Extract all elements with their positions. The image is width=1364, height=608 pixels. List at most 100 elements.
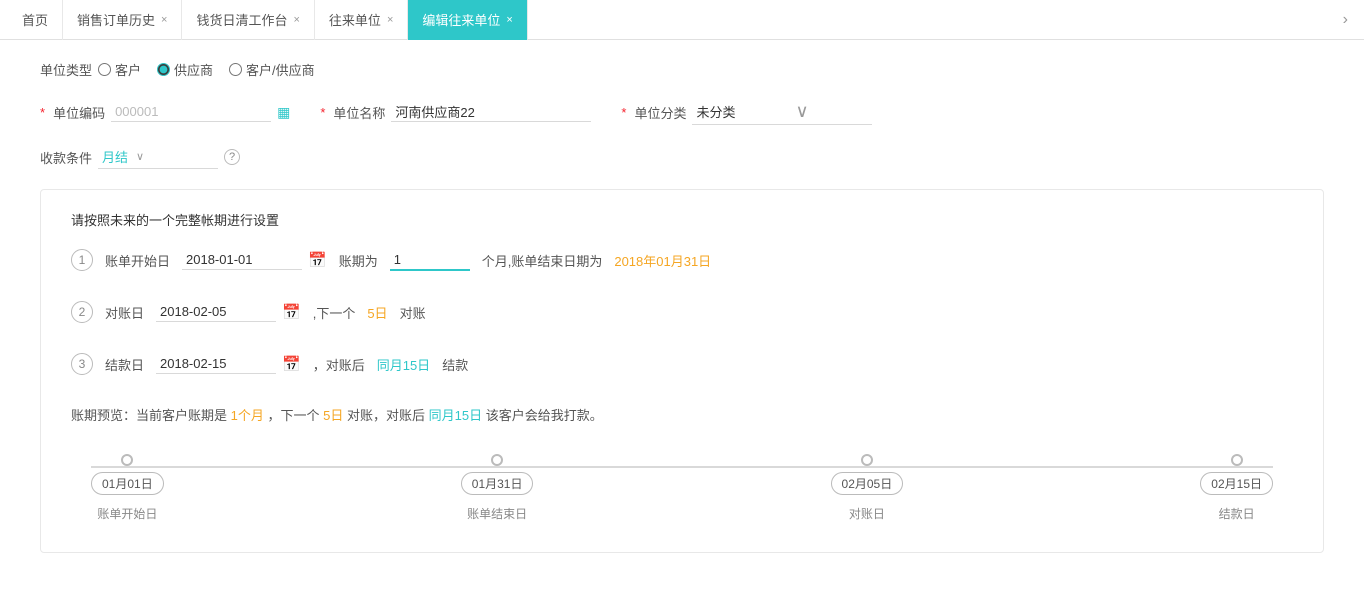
- step-2-date-input[interactable]: [156, 302, 276, 322]
- timeline: 01月01日 账单开始日 01月31日 账单结束日 02月05日 对账日 02月…: [71, 454, 1293, 522]
- payment-terms-value: 月结: [102, 147, 128, 166]
- unit-category-value: 未分类: [696, 102, 735, 121]
- payment-terms-select[interactable]: 月结 ∨: [98, 145, 218, 169]
- radio-supplier-input[interactable]: [157, 63, 170, 76]
- step-2-desc-highlight: 5日: [367, 303, 387, 322]
- tl-tag-2: 02月05日: [831, 472, 904, 495]
- tabs-bar: 首页 销售订单历史 × 钱货日清工作台 × 往来单位 × 编辑往来单位 × ›: [0, 0, 1364, 40]
- preview-sep2: 对账，对账后: [347, 408, 425, 423]
- unit-code-label: 单位编码: [53, 103, 105, 122]
- unit-code-field: * 单位编码 ▦: [40, 102, 290, 122]
- card-title: 请按照未来的一个完整帐期进行设置: [71, 210, 1293, 229]
- radio-supplier[interactable]: 供应商: [157, 60, 213, 79]
- radio-supplier-label: 供应商: [174, 60, 213, 79]
- step-3-desc-suffix: 结款: [442, 355, 468, 374]
- close-tab-sales-history[interactable]: ×: [161, 14, 167, 26]
- radio-customer-supplier-label: 客户/供应商: [246, 60, 315, 79]
- tl-node-0: 01月01日 账单开始日: [91, 454, 164, 522]
- step-3-row: 3 结款日 📅 ，对账后 同月15日 结款: [71, 353, 1293, 375]
- unit-code-calendar-icon[interactable]: ▦: [277, 104, 290, 121]
- tl-dot-1: [491, 454, 503, 466]
- step-3-date-input[interactable]: [156, 354, 276, 374]
- unit-type-row: 单位类型 客户 供应商 客户/供应商: [40, 60, 1324, 79]
- preview-suffix: 该客户会给我打款。: [486, 408, 603, 423]
- unit-category-dropdown[interactable]: 未分类 ∨: [692, 99, 872, 125]
- step-1-row: 1 账单开始日 📅 账期为 个月,账单结束日期为 2018年01月31日: [71, 249, 1293, 271]
- step-2-date-wrap: 📅: [156, 302, 301, 322]
- close-tab-cash-desk[interactable]: ×: [293, 14, 299, 26]
- unit-name-input[interactable]: [391, 102, 591, 122]
- preview-sep1: ，下一个: [268, 408, 320, 423]
- step-2-desc-prefix: ,下一个: [313, 303, 356, 322]
- tl-tag-0: 01月01日: [91, 472, 164, 495]
- unit-category-field: * 单位分类 未分类 ∨: [621, 99, 872, 125]
- step-1-period-input[interactable]: [390, 250, 470, 271]
- step-3-number: 3: [71, 353, 93, 375]
- preview-part2: 5日: [323, 408, 343, 423]
- step-2-calendar-icon[interactable]: 📅: [282, 303, 301, 321]
- step-3-calendar-icon[interactable]: 📅: [282, 355, 301, 373]
- unit-name-field: * 单位名称: [320, 102, 591, 122]
- step-1-label: 账单开始日: [105, 251, 170, 270]
- settings-card: 请按照未来的一个完整帐期进行设置 1 账单开始日 📅 账期为 个月,账单结束日期…: [40, 189, 1324, 553]
- step-2-label: 对账日: [105, 303, 144, 322]
- tl-sublabel-2: 对账日: [849, 505, 885, 522]
- preview-part1: 1个月: [231, 408, 264, 423]
- tl-dot-0: [121, 454, 133, 466]
- unit-type-field: 单位类型 客户 供应商 客户/供应商: [40, 60, 315, 79]
- payment-terms-label: 收款条件: [40, 148, 92, 167]
- preview-part3: 同月15日: [429, 408, 482, 423]
- radio-customer-label: 客户: [115, 60, 141, 79]
- step-2-desc-suffix: 对账: [400, 303, 426, 322]
- payment-terms-help-icon[interactable]: ?: [224, 149, 240, 165]
- tl-dot-3: [1231, 454, 1243, 466]
- step-1-number: 1: [71, 249, 93, 271]
- step-3-desc-highlight: 同月15日: [377, 355, 430, 374]
- step-1-period-label: 账期为: [339, 251, 378, 270]
- radio-customer-supplier[interactable]: 客户/供应商: [229, 60, 315, 79]
- tl-tag-1: 01月31日: [461, 472, 534, 495]
- step-3-date-wrap: 📅: [156, 354, 301, 374]
- tabs-more-arrow[interactable]: ›: [1335, 11, 1356, 29]
- page-content: 单位类型 客户 供应商 客户/供应商 * 单位编码: [0, 40, 1364, 608]
- tl-sublabel-0: 账单开始日: [97, 505, 157, 522]
- radio-customer-input[interactable]: [98, 63, 111, 76]
- step-1-date-input[interactable]: [182, 250, 302, 270]
- tl-node-2: 02月05日 对账日: [831, 454, 904, 522]
- unit-category-label: 单位分类: [634, 103, 686, 122]
- step-1-period-suffix: 个月,账单结束日期为: [482, 251, 603, 270]
- payment-terms-row: 收款条件 月结 ∨ ?: [40, 145, 1324, 169]
- tab-edit-partner[interactable]: 编辑往来单位 ×: [408, 0, 527, 40]
- unit-name-label: 单位名称: [333, 103, 385, 122]
- payment-terms-field: 收款条件 月结 ∨ ?: [40, 145, 240, 169]
- tl-node-1: 01月31日 账单结束日: [461, 454, 534, 522]
- radio-customer-supplier-input[interactable]: [229, 63, 242, 76]
- tab-partner[interactable]: 往来单位 ×: [315, 0, 408, 40]
- tl-node-3: 02月15日 结款日: [1200, 454, 1273, 522]
- unit-category-chevron-icon: ∨: [795, 101, 808, 122]
- unit-type-label: 单位类型: [40, 60, 92, 79]
- preview-prefix: 账期预览：当前客户账期是: [71, 408, 227, 423]
- radio-customer[interactable]: 客户: [98, 60, 141, 79]
- step-1-date-wrap: 📅: [182, 250, 327, 270]
- unit-code-input[interactable]: [111, 102, 271, 122]
- timeline-nodes: 01月01日 账单开始日 01月31日 账单结束日 02月05日 对账日 02月…: [91, 454, 1273, 522]
- step-1-end-date: 2018年01月31日: [614, 251, 711, 270]
- step-3-label: 结款日: [105, 355, 144, 374]
- tab-home[interactable]: 首页: [8, 0, 63, 40]
- step-3-desc-prefix: ，对账后: [313, 355, 365, 374]
- unit-info-row: * 单位编码 ▦ * 单位名称 * 单位分类 未分类 ∨: [40, 99, 1324, 125]
- unit-type-radio-group: 客户 供应商 客户/供应商: [98, 60, 315, 79]
- tl-dot-2: [861, 454, 873, 466]
- step-1-calendar-icon[interactable]: 📅: [308, 251, 327, 269]
- payment-terms-chevron-icon: ∨: [136, 150, 144, 163]
- step-2-number: 2: [71, 301, 93, 323]
- tl-sublabel-1: 账单结束日: [467, 505, 527, 522]
- tab-sales-history[interactable]: 销售订单历史 ×: [63, 0, 182, 40]
- tl-tag-3: 02月15日: [1200, 472, 1273, 495]
- close-tab-edit-partner[interactable]: ×: [506, 14, 512, 26]
- step-2-row: 2 对账日 📅 ,下一个 5日 对账: [71, 301, 1293, 323]
- close-tab-partner[interactable]: ×: [387, 14, 393, 26]
- tl-sublabel-3: 结款日: [1219, 505, 1255, 522]
- tab-cash-desk[interactable]: 钱货日清工作台 ×: [182, 0, 314, 40]
